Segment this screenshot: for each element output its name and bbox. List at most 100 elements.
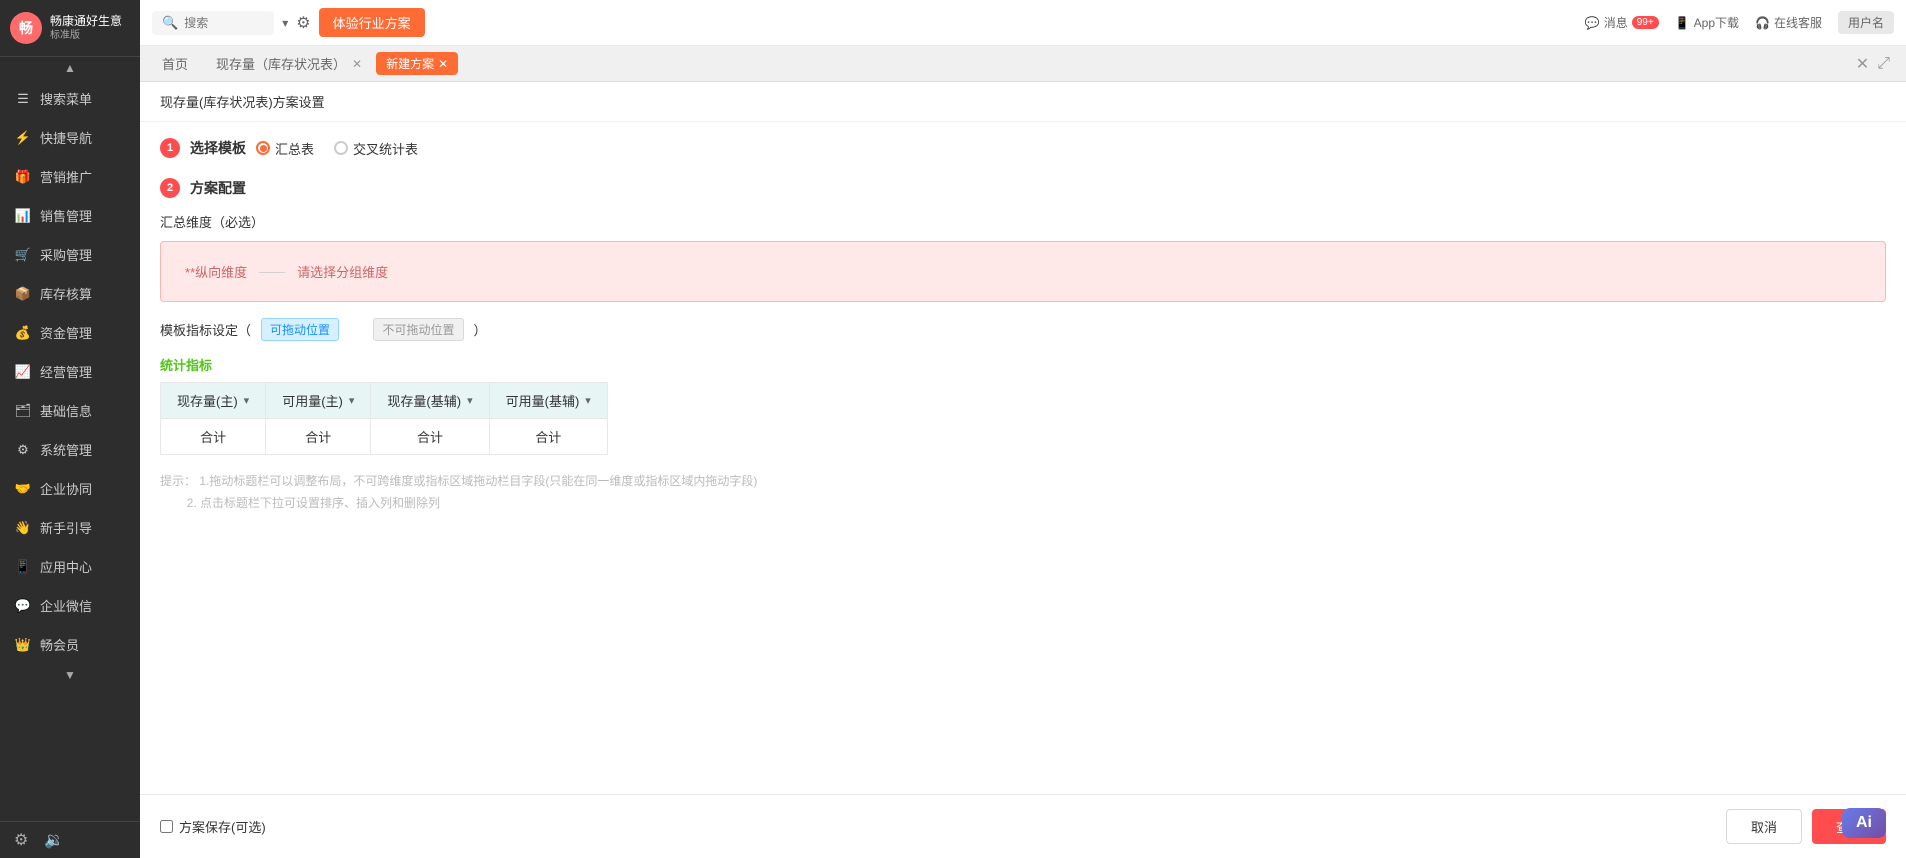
message-button[interactable]: 💬 消息 99+	[1585, 14, 1659, 31]
tab-inventory-status[interactable]: 现存量（库存状况表） ✕	[202, 48, 376, 79]
tips-section: 提示： 1.拖动标题栏可以调整布局，不可跨维度或指标区域拖动栏目字段(只能在同一…	[160, 471, 1886, 514]
panel-close-button[interactable]: ✕	[1856, 54, 1869, 74]
new-user-icon: 👋	[14, 519, 32, 537]
dimension-dash: ——	[259, 264, 285, 279]
basic-info-icon: 🗂	[14, 402, 32, 420]
audio-button[interactable]: 🔉	[44, 830, 64, 850]
message-icon: 💬	[1585, 16, 1600, 30]
cancel-button[interactable]: 取消	[1726, 809, 1802, 844]
scroll-up-button[interactable]: ▲	[60, 57, 80, 79]
operations-icon: 📈	[14, 363, 32, 381]
sidebar-item-member[interactable]: 👑 畅会员	[0, 625, 140, 664]
dropdown-button[interactable]: ▾	[282, 16, 288, 30]
vertical-dimension-label: **纵向维度	[185, 262, 247, 281]
sidebar-bottom: ⚙ 🔉	[0, 821, 140, 858]
radio-cross[interactable]: 交叉统计表	[334, 139, 418, 158]
member-icon: 👑	[14, 636, 32, 654]
dimension-placeholder: 请选择分组维度	[297, 262, 388, 281]
quick-nav-icon: ⚡	[14, 129, 32, 147]
sidebar-item-quick-nav[interactable]: ⚡ 快捷导航	[0, 118, 140, 157]
sidebar-item-inventory[interactable]: 📦 库存核算	[0, 274, 140, 313]
table-row: 合计 合计 合计 合计	[161, 419, 608, 455]
wechat-icon: 💬	[14, 597, 32, 615]
col4-cell: 合计	[489, 419, 607, 455]
immovable-badge: 不可拖动位置	[373, 318, 463, 341]
step2-header: 2 方案配置	[160, 178, 1886, 198]
dimension-box[interactable]: **纵向维度 —— 请选择分组维度	[160, 241, 1886, 302]
online-service-button[interactable]: 🎧 在线客服	[1755, 14, 1822, 31]
topbar-right: 💬 消息 99+ 📱 App下载 🎧 在线客服 用户名	[1585, 11, 1894, 34]
scroll-down-button[interactable]: ▼	[60, 664, 80, 686]
sidebar-item-finance[interactable]: 💰 资金管理	[0, 313, 140, 352]
logo-text: 畅康通好生意 标准版	[50, 14, 122, 43]
panel-controls: ✕ ⤢	[1848, 54, 1898, 74]
step2-badge: 2	[160, 178, 180, 198]
search-menu-icon: ☰	[14, 90, 32, 108]
dimension-label: 汇总维度（必选）	[160, 212, 1886, 231]
col1-header[interactable]: 现存量(主) ▾	[161, 383, 266, 419]
settings-button[interactable]: ⚙	[14, 830, 28, 850]
footer: 方案保存(可选) 取消 查询	[140, 794, 1906, 858]
sidebar-item-enterprise[interactable]: 🤝 企业协同	[0, 469, 140, 508]
trial-button[interactable]: 体验行业方案	[319, 8, 425, 37]
col1-chevron: ▾	[244, 394, 250, 407]
sidebar-item-basic-info[interactable]: 🗂 基础信息	[0, 391, 140, 430]
panel-expand-button[interactable]: ⤢	[1877, 55, 1890, 73]
ai-badge[interactable]: Ai	[1842, 808, 1886, 838]
content-area: 1 选择模板 汇总表 交叉统计表	[140, 122, 1906, 794]
search-box[interactable]: 🔍	[152, 11, 274, 35]
purchase-icon: 🛒	[14, 246, 32, 264]
template-radio-group: 汇总表 交叉统计表	[256, 139, 418, 158]
col4-header[interactable]: 可用量(基辅) ▾	[489, 383, 607, 419]
user-avatar[interactable]: 用户名	[1838, 11, 1894, 34]
tab-home[interactable]: 首页	[148, 48, 202, 79]
sidebar-scroll-down[interactable]: ▼	[0, 664, 140, 686]
headset-icon: 🎧	[1755, 16, 1770, 30]
col3-cell: 合计	[371, 419, 489, 455]
indicator-separator	[349, 322, 363, 337]
app-download-button[interactable]: 📱 App下载	[1675, 14, 1739, 31]
sidebar-item-marketing[interactable]: 🎁 营销推广	[0, 157, 140, 196]
save-checkbox-input[interactable]	[160, 820, 173, 833]
inventory-icon: 📦	[14, 285, 32, 303]
message-badge: 99+	[1632, 16, 1659, 29]
sidebar-item-app-center[interactable]: 📱 应用中心	[0, 547, 140, 586]
sidebar: 畅 畅康通好生意 标准版 ▲ ☰ 搜索菜单 ⚡ 快捷导航 🎁 营销推广 📊 销售…	[0, 0, 140, 858]
col3-header[interactable]: 现存量(基辅) ▾	[371, 383, 489, 419]
radio-summary[interactable]: 汇总表	[256, 139, 314, 158]
save-checkbox[interactable]: 方案保存(可选)	[160, 817, 266, 836]
sidebar-item-new-user[interactable]: 👋 新手引导	[0, 508, 140, 547]
col1-cell: 合计	[161, 419, 266, 455]
stats-title: 统计指标	[160, 355, 1886, 374]
sidebar-item-search-menu[interactable]: ☰ 搜索菜单	[0, 79, 140, 118]
radio-cross-dot	[334, 141, 348, 155]
indicator-settings-label: 模板指标设定（ 可拖动位置 不可拖动位置 ）	[160, 318, 1886, 341]
tab-inventory-close[interactable]: ✕	[352, 57, 362, 71]
main-area: 🔍 ▾ ⚙ 体验行业方案 💬 消息 99+ 📱 App下载 🎧 在线客服 用户名	[140, 0, 1906, 858]
col2-header[interactable]: 可用量(主) ▾	[266, 383, 371, 419]
sidebar-scroll-up[interactable]: ▲	[0, 57, 140, 79]
search-input[interactable]	[184, 16, 264, 30]
app-logo: 畅 畅康通好生意 标准版	[0, 0, 140, 57]
step2-section: 2 方案配置 汇总维度（必选） **纵向维度 —— 请选择分组维度 模板指标设定…	[160, 178, 1886, 514]
step1-header: 1 选择模板 汇总表 交叉统计表	[160, 138, 1886, 158]
panel-header: 现存量(库存状况表)方案设置	[140, 82, 1906, 122]
tab-new-plan[interactable]: 新建方案 ✕	[376, 52, 458, 75]
sidebar-item-purchase[interactable]: 🛒 采购管理	[0, 235, 140, 274]
panel: 现存量(库存状况表)方案设置 1 选择模板 汇总表 交叉统计表	[140, 82, 1906, 858]
marketing-icon: 🎁	[14, 168, 32, 186]
tabs-bar: 首页 现存量（库存状况表） ✕ 新建方案 ✕ ✕ ⤢	[140, 46, 1906, 82]
topbar: 🔍 ▾ ⚙ 体验行业方案 💬 消息 99+ 📱 App下载 🎧 在线客服 用户名	[140, 0, 1906, 46]
sidebar-item-system[interactable]: ⚙ 系统管理	[0, 430, 140, 469]
step2-title: 方案配置	[190, 178, 246, 198]
step1-title: 选择模板	[190, 138, 246, 158]
sidebar-item-sales[interactable]: 📊 销售管理	[0, 196, 140, 235]
gear-button[interactable]: ⚙	[296, 13, 310, 33]
tab-new-close-icon: ✕	[438, 57, 448, 71]
sidebar-item-wechat[interactable]: 💬 企业微信	[0, 586, 140, 625]
sidebar-item-operations[interactable]: 📈 经营管理	[0, 352, 140, 391]
col3-chevron: ▾	[467, 394, 473, 407]
phone-icon: 📱	[1675, 16, 1690, 30]
movable-badge: 可拖动位置	[261, 318, 339, 341]
col2-cell: 合计	[266, 419, 371, 455]
